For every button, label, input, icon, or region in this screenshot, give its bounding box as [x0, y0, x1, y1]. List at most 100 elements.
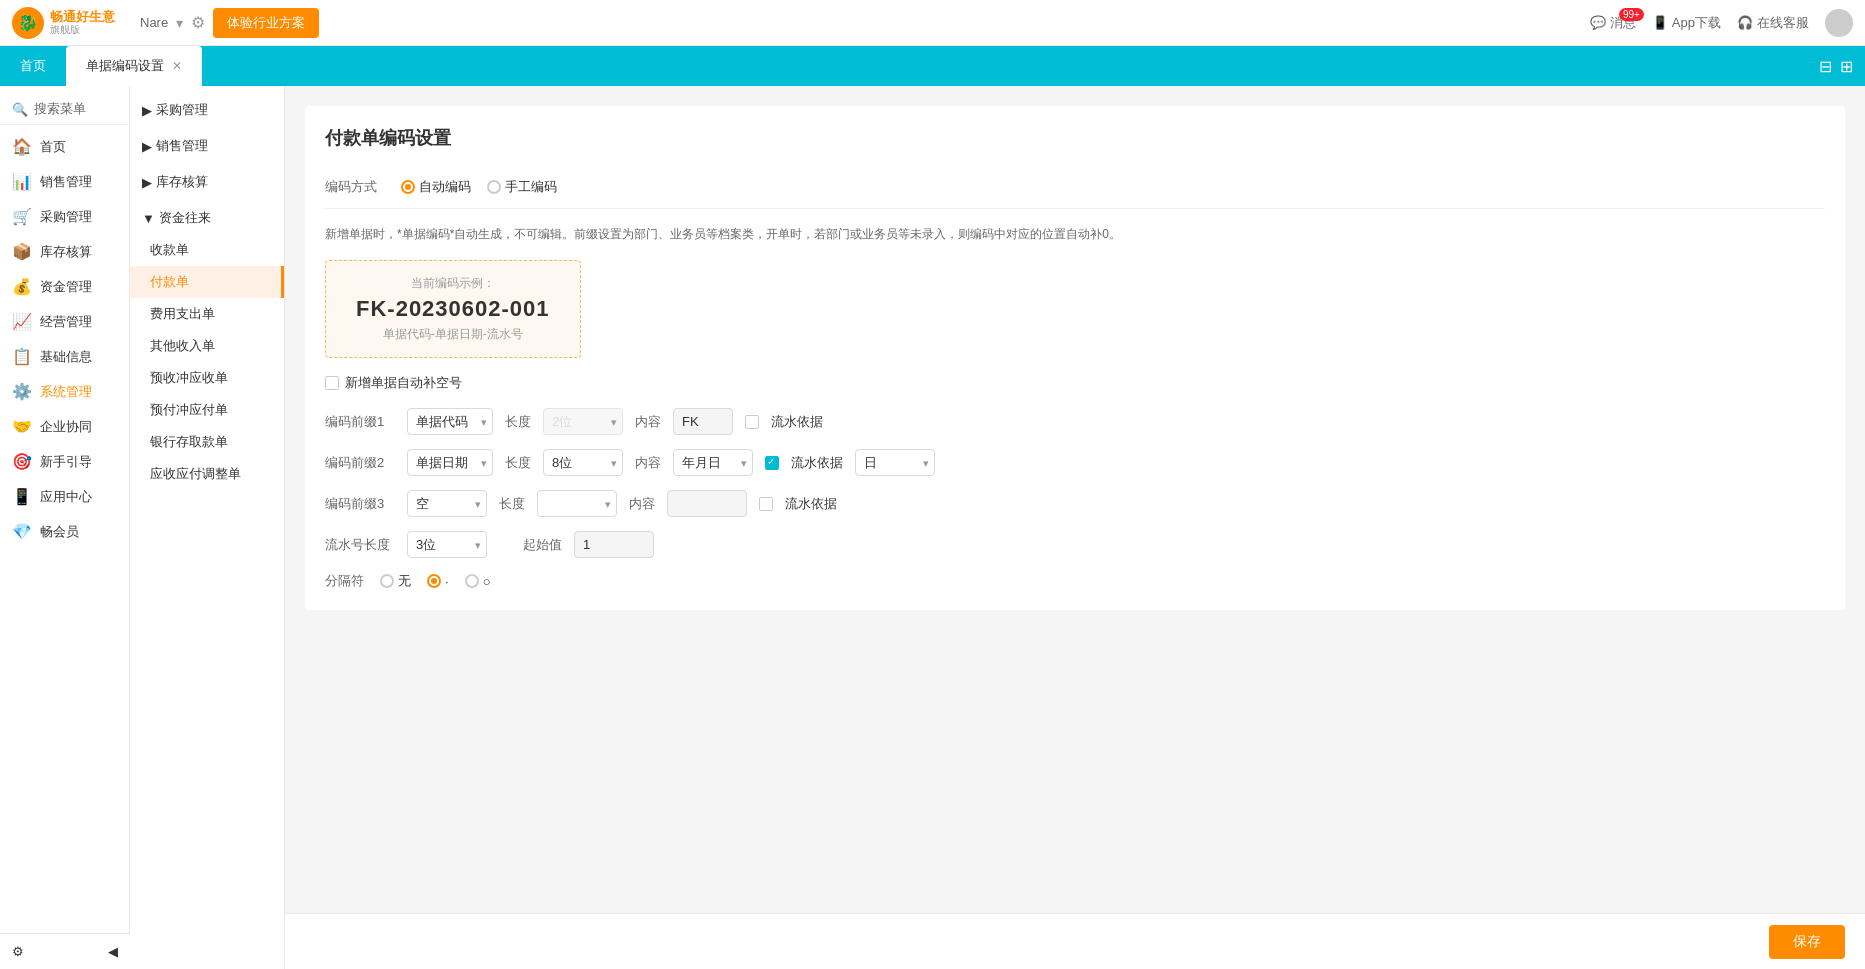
top-bar-middle: Nare ▾ ⚙ 体验行业方案 — [140, 8, 1582, 38]
sub-menu-inventory-title[interactable]: ▶ 库存核算 — [130, 166, 284, 198]
example-code: FK-20230602-001 — [356, 296, 550, 322]
auto-encoding-label: 自动编码 — [419, 178, 471, 196]
company-chevron-button[interactable]: ▾ — [176, 15, 183, 31]
sidebar-item-operation[interactable]: 📈 经营管理 — [0, 304, 129, 339]
manual-radio-circle — [487, 180, 501, 194]
maximize-button[interactable]: ⊞ — [1840, 57, 1853, 76]
prefix-2-select-wrapper: 单据日期 — [407, 449, 493, 476]
sep-none-circle — [380, 574, 394, 588]
sidebar-item-member-label: 畅会员 — [40, 523, 79, 541]
sub-menu-item-payment[interactable]: 付款单 — [130, 266, 284, 298]
prefix-3-select[interactable]: 空 — [407, 490, 487, 517]
sidebar-item-guide[interactable]: 🎯 新手引导 — [0, 444, 129, 479]
app-download-label: App下载 — [1672, 14, 1721, 32]
length-1-select[interactable]: 2位 — [543, 408, 623, 435]
online-service-button[interactable]: 🎧 在线客服 — [1737, 14, 1809, 32]
serial-length-select[interactable]: 3位 — [407, 531, 487, 558]
user-avatar[interactable] — [1825, 9, 1853, 37]
sidebar-item-home-label: 首页 — [40, 138, 66, 156]
sidebar-search[interactable]: 🔍 搜索菜单 — [0, 94, 129, 125]
message-button[interactable]: 💬 消息 99+ — [1590, 14, 1636, 32]
sep-circle-radio[interactable]: ○ — [465, 574, 491, 589]
start-value-input[interactable] — [574, 531, 654, 558]
sep-none-radio[interactable]: 无 — [380, 572, 411, 590]
sub-menu-item-receipt[interactable]: 收款单 — [130, 234, 284, 266]
length-3-select[interactable] — [537, 490, 617, 517]
sub-menu-inventory: ▶ 库存核算 — [130, 166, 284, 198]
content-3-input[interactable] — [667, 490, 747, 517]
member-icon: 💎 — [12, 522, 32, 541]
serial-check-1[interactable] — [745, 415, 759, 429]
content-1-input[interactable] — [673, 408, 733, 435]
appcenter-icon: 📱 — [12, 487, 32, 506]
serial-3-label: 流水依据 — [785, 495, 837, 513]
sidebar-item-home[interactable]: 🏠 首页 — [0, 129, 129, 164]
sidebar-item-purchase[interactable]: 🛒 采购管理 — [0, 199, 129, 234]
settings-gear-button[interactable]: ⚙ — [191, 13, 205, 32]
chevron-right-icon: ▶ — [142, 103, 152, 118]
sub-menu-sales-title[interactable]: ▶ 销售管理 — [130, 130, 284, 162]
sidebar-collapse-icon[interactable]: ◀ — [108, 944, 118, 959]
sidebar-settings-icon[interactable]: ⚙ — [12, 944, 24, 959]
content-2-select-wrapper: 年月日 — [673, 449, 753, 476]
tab-home[interactable]: 首页 — [0, 46, 66, 86]
save-button[interactable]: 保存 — [1769, 925, 1845, 959]
length-1-select-wrapper: 2位 — [543, 408, 623, 435]
sidebar-item-enterprise[interactable]: 🤝 企业协同 — [0, 409, 129, 444]
encoding-method-row: 编码方式 自动编码 手工编码 — [325, 166, 1825, 209]
sidebar-item-finance[interactable]: 💰 资金管理 — [0, 269, 129, 304]
main-card: 付款单编码设置 编码方式 自动编码 手工编码 — [305, 106, 1845, 610]
sub-menu-item-other-income[interactable]: 其他收入单 — [130, 330, 284, 362]
sub-menu-capital-title[interactable]: ▼ 资金往来 — [130, 202, 284, 234]
sub-menu-item-prepay-pay[interactable]: 预付冲应付单 — [130, 394, 284, 426]
auto-encoding-radio[interactable]: 自动编码 — [401, 178, 471, 196]
sidebar-item-sales[interactable]: 📊 销售管理 — [0, 164, 129, 199]
trial-button[interactable]: 体验行业方案 — [213, 8, 319, 38]
sidebar-item-member[interactable]: 💎 畅会员 — [0, 514, 129, 549]
sidebar: 🔍 搜索菜单 🏠 首页 📊 销售管理 🛒 采购管理 📦 库存核算 💰 资金管理 … — [0, 86, 130, 969]
sidebar-item-base[interactable]: 📋 基础信息 — [0, 339, 129, 374]
finance-icon: 💰 — [12, 277, 32, 296]
content-2-select[interactable]: 年月日 — [673, 449, 753, 476]
sep-none-label: 无 — [398, 572, 411, 590]
serial-check-3[interactable] — [759, 497, 773, 511]
prefix-1-select[interactable]: 单据代码 — [407, 408, 493, 435]
sub-menu-item-adjustment[interactable]: 应收应付调整单 — [130, 458, 284, 490]
length-2-select[interactable]: 8位 — [543, 449, 623, 476]
tab-encoding-settings[interactable]: 单据编码设置 ✕ — [66, 46, 202, 86]
sidebar-item-guide-label: 新手引导 — [40, 453, 92, 471]
length-2-select-wrapper: 8位 — [543, 449, 623, 476]
sub-menu-item-bank[interactable]: 银行存取款单 — [130, 426, 284, 458]
tab-close-icon[interactable]: ✕ — [172, 59, 182, 73]
sidebar-search-label: 搜索菜单 — [34, 100, 86, 118]
auto-fill-checkbox[interactable] — [325, 376, 339, 390]
minimize-button[interactable]: ⊟ — [1819, 57, 1832, 76]
sep-dot-circle — [427, 574, 441, 588]
sub-menu-sales: ▶ 销售管理 — [130, 130, 284, 162]
sidebar-item-system[interactable]: ⚙️ 系统管理 — [0, 374, 129, 409]
auto-radio-circle — [401, 180, 415, 194]
sep-dot-label: · — [445, 574, 449, 589]
manual-encoding-radio[interactable]: 手工编码 — [487, 178, 557, 196]
serial-length-select-wrapper: 3位 — [407, 531, 487, 558]
sep-dot-radio[interactable]: · — [427, 574, 449, 589]
length-2-label: 长度 — [505, 454, 531, 472]
sub-menu-item-expense[interactable]: 费用支出单 — [130, 298, 284, 330]
sidebar-item-inventory[interactable]: 📦 库存核算 — [0, 234, 129, 269]
app-download-button[interactable]: 📱 App下载 — [1652, 14, 1721, 32]
sidebar-item-base-label: 基础信息 — [40, 348, 92, 366]
serial-check-2[interactable] — [765, 456, 779, 470]
manual-encoding-label: 手工编码 — [505, 178, 557, 196]
top-bar: 🐉 畅通好生意 旗舰版 Nare ▾ ⚙ 体验行业方案 💬 消息 99+ 📱 A… — [0, 0, 1865, 46]
sidebar-item-appcenter[interactable]: 📱 应用中心 — [0, 479, 129, 514]
service-icon: 🎧 — [1737, 15, 1753, 30]
length-3-select-wrapper — [537, 490, 617, 517]
download-icon: 📱 — [1652, 15, 1668, 30]
day-select[interactable]: 日 月 年 — [855, 449, 935, 476]
sidebar-item-purchase-label: 采购管理 — [40, 208, 92, 226]
logo-main: 畅通好生意 — [50, 9, 115, 25]
prefix-2-select[interactable]: 单据日期 — [407, 449, 493, 476]
sub-menu-purchase-title[interactable]: ▶ 采购管理 — [130, 94, 284, 126]
sub-menu-item-prepay-recv[interactable]: 预收冲应收单 — [130, 362, 284, 394]
start-value-label: 起始值 — [523, 536, 562, 554]
